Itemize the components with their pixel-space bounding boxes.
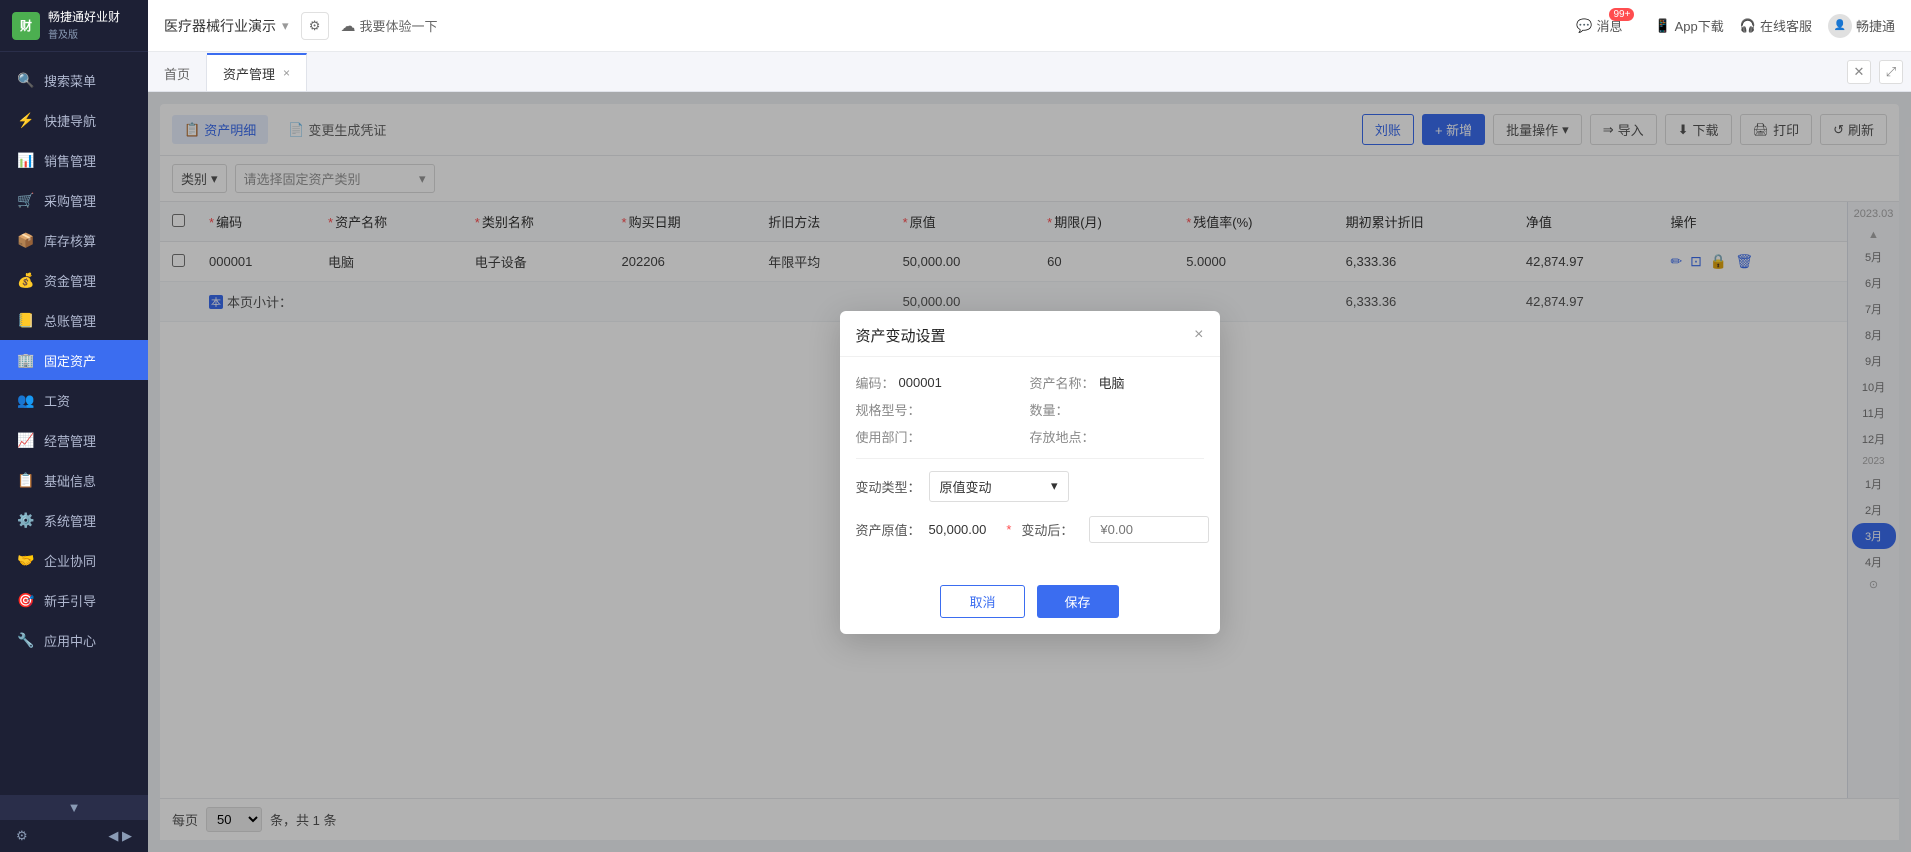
sidebar-item-enterprise[interactable]: 🤝 企业协同 [0,540,148,580]
dialog-qty-item: 数量： [1030,400,1204,419]
app-icon: 📱 [1654,18,1670,34]
dialog-footer: 取消 保存 [840,573,1220,634]
save-button[interactable]: 保存 [1037,585,1119,618]
sales-icon: 📊 [16,150,36,170]
enterprise-icon: 🤝 [16,550,36,570]
user-menu-button[interactable]: 👤 畅捷通 [1828,14,1895,38]
sidebar-nav: 🔍 搜索菜单 ⚡ 快捷导航 📊 销售管理 🛒 采购管理 📦 库存核算 💰 资金管… [0,52,148,795]
message-icon: 💬 [1576,18,1592,34]
operations-icon: 📈 [16,430,36,450]
company-name: 医疗器械行业演示 [164,16,276,36]
dialog-name-value: 电脑 [1099,373,1125,392]
sidebar-collapse-icon[interactable]: ◀ ▶ [108,828,132,844]
fixed-assets-icon: 🏢 [16,350,36,370]
quicknav-icon: ⚡ [16,110,36,130]
app-logo-icon: 财 [12,12,40,40]
sidebar-item-purchase[interactable]: 🛒 采购管理 [0,180,148,220]
sidebar-item-payroll[interactable]: 👥 工资 [0,380,148,420]
purchase-icon: 🛒 [16,190,36,210]
dialog-header: 资产变动设置 × [840,311,1220,357]
app-edition: 普及版 [48,26,120,41]
tab-close-icon[interactable]: × [283,66,290,80]
original-value-display: 50,000.00 [929,522,987,537]
appstore-icon: 🔧 [16,630,36,650]
after-value-input[interactable] [1089,516,1209,543]
payroll-icon: 👥 [16,390,36,410]
try-button[interactable]: ☁ 我要体验一下 [341,16,438,35]
guide-icon: 🎯 [16,590,36,610]
topbar-left: 医疗器械行业演示 ▾ ⚙ ☁ 我要体验一下 [164,12,1576,40]
funds-icon: 💰 [16,270,36,290]
dialog-name-item: 资产名称： 电脑 [1030,373,1204,392]
sidebar-item-sales[interactable]: 📊 销售管理 [0,140,148,180]
dialog-location-item: 存放地点： [1030,427,1204,446]
cancel-button[interactable]: 取消 [940,585,1024,618]
dialog-original-row: 资产原值： 50,000.00 * 变动后： [856,516,1204,543]
dialog-body: 编码： 000001 资产名称： 电脑 规格型号： 数量： [840,357,1220,573]
dialog-change-type-row: 变动类型： 原值变动 ▾ [856,471,1204,502]
service-icon: 🎧 [1740,18,1756,34]
sidebar-scroll-down[interactable]: ▼ [0,795,148,819]
company-dropdown-icon[interactable]: ▾ [282,18,289,34]
search-icon: 🔍 [16,70,36,90]
dialog-spec-item: 规格型号： [856,400,1030,419]
tabbar-maximize-button[interactable]: ⤢ [1879,60,1903,84]
asset-change-dialog: 资产变动设置 × 编码： 000001 资产名称： 电脑 [840,311,1220,634]
basic-icon: 📋 [16,470,36,490]
app-name: 畅捷通好业财 [48,10,120,26]
dialog-code-value: 000001 [899,375,942,390]
topbar: 医疗器械行业演示 ▾ ⚙ ☁ 我要体验一下 💬 消息 99+ 📱 App下载 🎧… [148,0,1911,52]
settings-button[interactable]: ⚙ [301,12,329,40]
sidebar-item-funds[interactable]: 💰 资金管理 [0,260,148,300]
page-content: 📋 资产明细 📄 变更生成凭证 刘账 + 新增 批量操作 ▾ ⇒ 导入 [148,92,1911,852]
dialog-title: 资产变动设置 [856,325,946,346]
sidebar-item-quicknav[interactable]: ⚡ 快捷导航 [0,100,148,140]
sidebar-bottom: ⚙ ◀ ▶ [0,819,148,852]
dialog-info-grid: 编码： 000001 资产名称： 电脑 规格型号： 数量： [856,373,1204,459]
dialog-close-button[interactable]: × [1194,326,1203,344]
sidebar-logo: 财 畅捷通好业财 普及版 [0,0,148,52]
main-area: 医疗器械行业演示 ▾ ⚙ ☁ 我要体验一下 💬 消息 99+ 📱 App下载 🎧… [148,0,1911,852]
tabbar-actions: ✕ ⤢ [1839,52,1911,91]
message-badge: 99+ [1609,8,1634,21]
topbar-right: 💬 消息 99+ 📱 App下载 🎧 在线客服 👤 畅捷通 [1576,14,1895,38]
required-mark: * [1006,522,1011,537]
try-icon: ☁ [341,17,356,35]
tabbar-close-button[interactable]: ✕ [1847,60,1871,84]
online-service-button[interactable]: 🎧 在线客服 [1740,16,1812,35]
sidebar-item-basic[interactable]: 📋 基础信息 [0,460,148,500]
sidebar-item-ledger[interactable]: 📒 总账管理 [0,300,148,340]
tabbar: 首页 资产管理 × ✕ ⤢ [148,52,1911,92]
dialog-dept-item: 使用部门： [856,427,1030,446]
tab-home[interactable]: 首页 [148,55,207,91]
inventory-icon: 📦 [16,230,36,250]
user-avatar: 👤 [1828,14,1852,38]
app-download-button[interactable]: 📱 App下载 [1654,16,1723,35]
tab-asset-management[interactable]: 资产管理 × [207,53,307,91]
message-button[interactable]: 💬 消息 99+ [1576,16,1622,35]
sidebar-item-inventory[interactable]: 📦 库存核算 [0,220,148,260]
sidebar-item-system[interactable]: ⚙️ 系统管理 [0,500,148,540]
change-type-select[interactable]: 原值变动 ▾ [929,471,1069,502]
ledger-icon: 📒 [16,310,36,330]
sidebar-item-operations[interactable]: 📈 经营管理 [0,420,148,460]
sidebar-item-search[interactable]: 🔍 搜索菜单 [0,60,148,100]
dialog-code-item: 编码： 000001 [856,373,1030,392]
change-type-dropdown-icon: ▾ [1051,478,1058,494]
dialog-overlay: 资产变动设置 × 编码： 000001 资产名称： 电脑 [148,92,1911,852]
sidebar-item-appstore[interactable]: 🔧 应用中心 [0,620,148,660]
sidebar-settings-icon[interactable]: ⚙ [16,828,28,844]
sidebar-item-guide[interactable]: 🎯 新手引导 [0,580,148,620]
sidebar-item-fixed-assets[interactable]: 🏢 固定资产 [0,340,148,380]
system-icon: ⚙️ [16,510,36,530]
sidebar: 财 畅捷通好业财 普及版 🔍 搜索菜单 ⚡ 快捷导航 📊 销售管理 🛒 采购管理… [0,0,148,852]
